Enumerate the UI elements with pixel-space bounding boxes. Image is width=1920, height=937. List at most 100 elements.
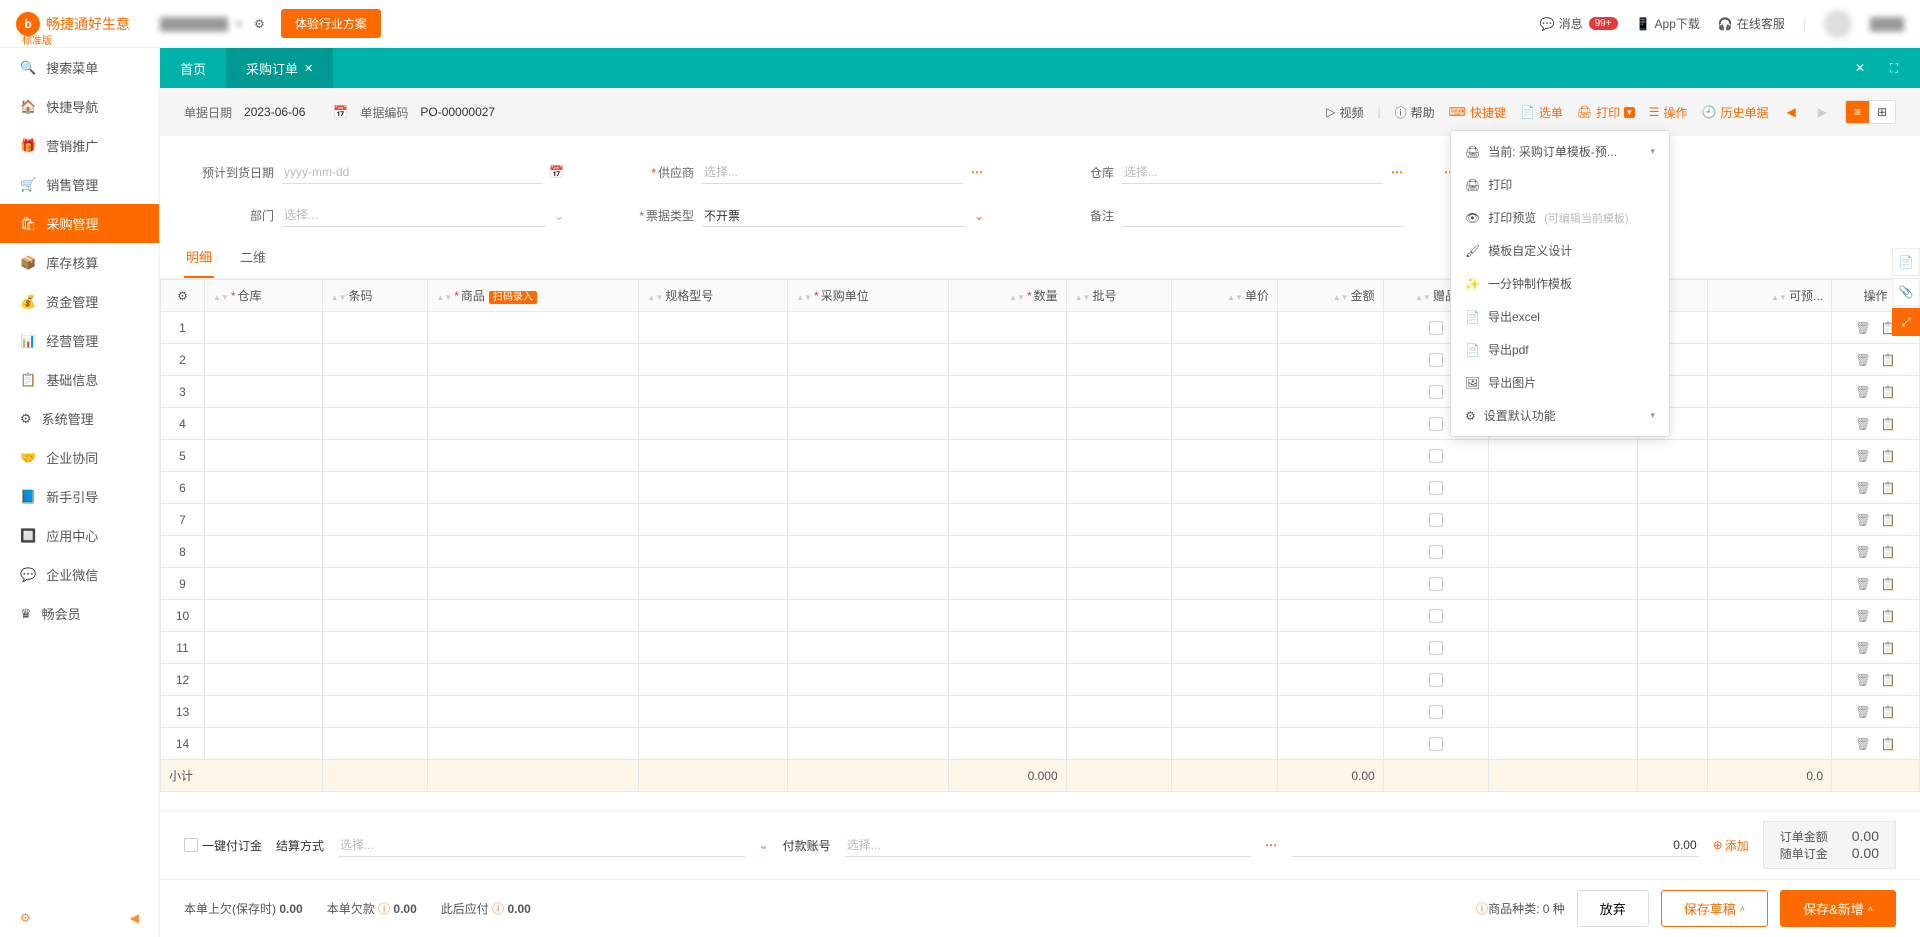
deposit-checkbox[interactable]: 一键付订金 (184, 837, 262, 854)
app-download-link[interactable]: 📱 App下载 (1636, 15, 1700, 32)
copy-row-icon[interactable]: 📋 (1881, 481, 1896, 495)
sidebar-item-operation[interactable]: 📊经营管理 (0, 321, 159, 360)
table-row[interactable]: 10 🗑📋 (161, 600, 1920, 632)
col-price[interactable]: ▲▼单价 (1172, 280, 1278, 312)
save-new-button[interactable]: 保存&新增˄ (1780, 890, 1896, 927)
subtab-detail[interactable]: 明细 (184, 237, 214, 278)
delete-row-icon[interactable]: 🗑 (1855, 609, 1870, 623)
sidebar-item-basic[interactable]: 📋基础信息 (0, 360, 159, 399)
delete-row-icon[interactable]: 🗑 (1855, 705, 1870, 719)
chevron-down-icon[interactable]: ⌄ (759, 838, 769, 852)
select-link[interactable]: 📄选单 (1520, 104, 1563, 121)
col-product[interactable]: ▲▼*商品扫码录入 (428, 280, 639, 312)
calendar-icon[interactable]: 📅 (333, 105, 348, 119)
dd-custom-template[interactable]: 🖌模板自定义设计 (1451, 234, 1669, 267)
copy-row-icon[interactable]: 📋 (1881, 609, 1896, 623)
video-link[interactable]: ▷视频 (1326, 104, 1363, 121)
delete-row-icon[interactable]: 🗑 (1855, 353, 1870, 367)
fullscreen-icon[interactable]: ⛶ (1882, 56, 1906, 80)
table-row[interactable]: 8 🗑📋 (161, 536, 1920, 568)
warehouse-picker-icon[interactable]: ⋯ (1391, 165, 1404, 179)
gift-checkbox[interactable] (1429, 609, 1443, 623)
dd-preview[interactable]: 👁打印预览 (可编辑当前模板) (1451, 201, 1669, 234)
table-row[interactable]: 9 🗑📋 (161, 568, 1920, 600)
delete-row-icon[interactable]: 🗑 (1855, 737, 1870, 751)
tab-purchase-order[interactable]: 采购订单 ✕ (226, 48, 333, 88)
delete-row-icon[interactable]: 🗑 (1855, 577, 1870, 591)
supplier-picker-icon[interactable]: ⋯ (971, 165, 984, 179)
dd-print[interactable]: 🖨打印 (1451, 168, 1669, 201)
table-row[interactable]: 7 🗑📋 (161, 504, 1920, 536)
col-barcode[interactable]: ▲▼条码 (322, 280, 428, 312)
sidebar-item-apps[interactable]: 🔲应用中心 (0, 516, 159, 555)
info-icon[interactable]: ⓘ (492, 902, 504, 916)
dept-input[interactable] (282, 204, 546, 227)
col-batch[interactable]: ▲▼批号 (1066, 280, 1172, 312)
delete-row-icon[interactable]: 🗑 (1855, 545, 1870, 559)
prev-doc-icon[interactable]: ◀ (1782, 105, 1799, 119)
save-draft-button[interactable]: 保存草稿˄ (1661, 890, 1768, 927)
operate-link[interactable]: ☰操作 (1649, 104, 1688, 121)
col-amount[interactable]: ▲▼金额 (1278, 280, 1384, 312)
dd-export-excel[interactable]: 📄导出excel (1451, 300, 1669, 333)
gift-checkbox[interactable] (1429, 353, 1443, 367)
dd-export-pdf[interactable]: 📄导出pdf (1451, 333, 1669, 366)
calendar-icon[interactable]: 📅 (549, 165, 564, 179)
remark-input[interactable] (1122, 204, 1404, 227)
table-row[interactable]: 11 🗑📋 (161, 632, 1920, 664)
trial-button[interactable]: 体验行业方案 (281, 9, 381, 38)
rail-attach-icon[interactable]: 📎 (1892, 278, 1920, 306)
help-link[interactable]: ⓘ帮助 (1395, 104, 1435, 121)
chevron-down-icon[interactable]: ⌄ (554, 209, 564, 223)
copy-row-icon[interactable]: 📋 (1881, 449, 1896, 463)
settle-input[interactable] (338, 834, 745, 857)
rail-doc-icon[interactable]: 📄 (1892, 248, 1920, 276)
sidebar-item-wecom[interactable]: 💬企业微信 (0, 555, 159, 594)
gift-checkbox[interactable] (1429, 737, 1443, 751)
col-qty[interactable]: ▲▼*数量 (948, 280, 1066, 312)
gift-checkbox[interactable] (1429, 705, 1443, 719)
close-all-icon[interactable]: ✕ (1848, 56, 1872, 80)
gear-icon[interactable]: ⚙ (254, 17, 265, 31)
delete-row-icon[interactable]: 🗑 (1855, 481, 1870, 495)
pay-acct-input[interactable] (845, 834, 1252, 857)
sidebar-item-purchase[interactable]: 🛍采购管理 (0, 204, 159, 243)
next-doc-icon[interactable]: ▶ (1814, 105, 1831, 119)
delete-row-icon[interactable]: 🗑 (1855, 385, 1870, 399)
username[interactable]: ████ (1870, 17, 1904, 31)
delete-row-icon[interactable]: 🗑 (1855, 673, 1870, 687)
table-row[interactable]: 5 🗑📋 (161, 440, 1920, 472)
subtab-two-d[interactable]: 二维 (238, 237, 268, 278)
arrive-date-input[interactable] (282, 161, 541, 184)
gift-checkbox[interactable] (1429, 641, 1443, 655)
copy-row-icon[interactable]: 📋 (1881, 385, 1896, 399)
delete-row-icon[interactable]: 🗑 (1855, 449, 1870, 463)
dd-export-img[interactable]: 🖼导出图片 (1451, 366, 1669, 399)
sidebar-item-search[interactable]: 🔍搜索菜单 (0, 48, 159, 87)
gift-checkbox[interactable] (1429, 545, 1443, 559)
copy-row-icon[interactable]: 📋 (1881, 577, 1896, 591)
table-row[interactable]: 13 🗑📋 (161, 696, 1920, 728)
gift-checkbox[interactable] (1429, 481, 1443, 495)
tab-home[interactable]: 首页 (160, 48, 226, 88)
sidebar-item-quicknav[interactable]: 🏠快捷导航 (0, 87, 159, 126)
collapse-icon[interactable]: ◀ (130, 911, 139, 925)
org-selector[interactable]: ████████▾ (160, 17, 242, 31)
sidebar-item-collab[interactable]: 🤝企业协同 (0, 438, 159, 477)
copy-row-icon[interactable]: 📋 (1881, 673, 1896, 687)
gift-checkbox[interactable] (1429, 385, 1443, 399)
gift-checkbox[interactable] (1429, 673, 1443, 687)
gift-checkbox[interactable] (1429, 321, 1443, 335)
info-icon[interactable]: ⓘ (378, 902, 390, 916)
sidebar-item-finance[interactable]: 💰资金管理 (0, 282, 159, 321)
supplier-input[interactable] (702, 161, 963, 184)
sidebar-item-member[interactable]: ♛畅会员 (0, 594, 159, 633)
sidebar-item-guide[interactable]: 📘新手引导 (0, 477, 159, 516)
copy-row-icon[interactable]: 📋 (1881, 353, 1896, 367)
sidebar-item-inventory[interactable]: 📦库存核算 (0, 243, 159, 282)
warehouse-input[interactable] (1122, 161, 1383, 184)
rail-expand-icon[interactable]: ⤢ (1892, 308, 1920, 336)
avatar[interactable] (1824, 10, 1852, 38)
copy-row-icon[interactable]: 📋 (1881, 417, 1896, 431)
history-link[interactable]: 🕘历史单据 (1701, 104, 1768, 121)
